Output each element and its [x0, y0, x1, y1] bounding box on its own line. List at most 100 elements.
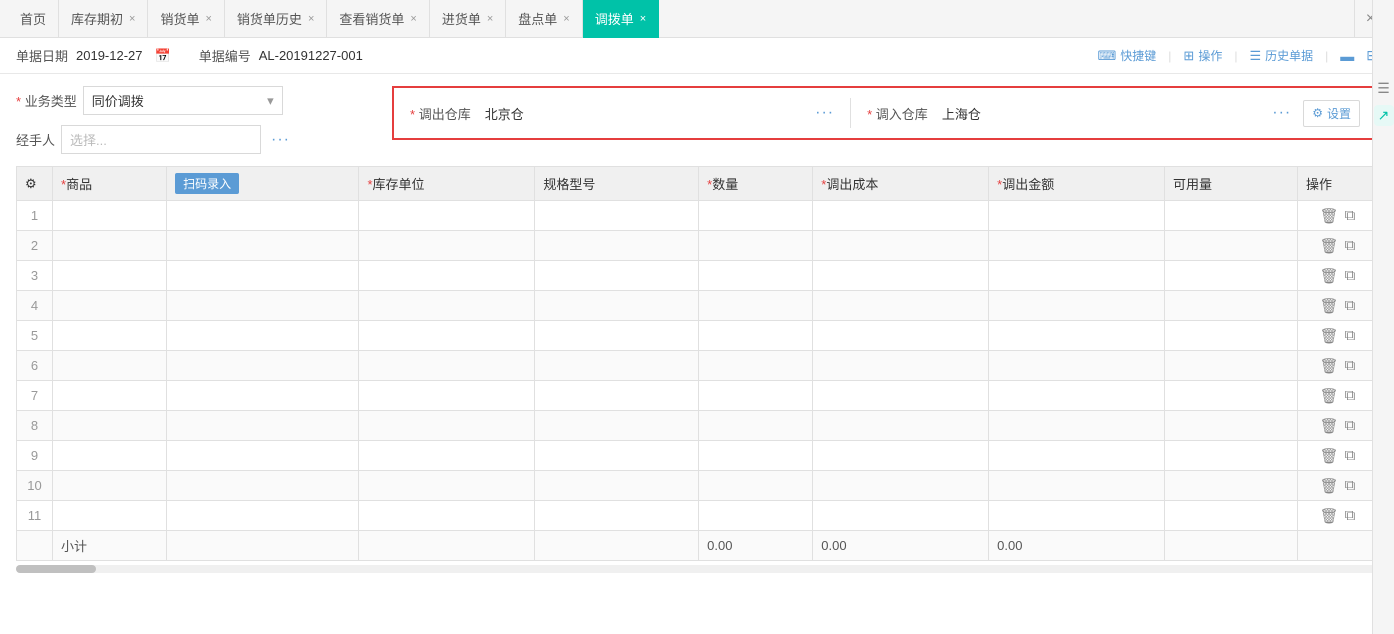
row-5-qty[interactable] — [699, 321, 813, 351]
row-2-qty[interactable] — [699, 231, 813, 261]
row-1-amount[interactable] — [989, 201, 1165, 231]
tab-sales-history-close[interactable]: × — [308, 13, 314, 25]
tab-purchase-close[interactable]: × — [487, 13, 493, 25]
row-8-cost[interactable] — [813, 411, 989, 441]
row-9-unit[interactable] — [359, 441, 535, 471]
delete-icon-7[interactable]: 🗑 — [1320, 387, 1339, 405]
row-11-cost[interactable] — [813, 501, 989, 531]
copy-icon-7[interactable]: ⧉ — [1345, 387, 1356, 405]
calendar-icon[interactable]: 📅 — [155, 48, 171, 64]
row-7-qty[interactable] — [699, 381, 813, 411]
row-4-amount[interactable] — [989, 291, 1165, 321]
tab-inventory-init-close[interactable]: × — [129, 13, 135, 25]
scan-button[interactable]: 扫码录入 — [175, 173, 239, 194]
tab-view-sales-close[interactable]: × — [410, 13, 416, 25]
row-3-cost[interactable] — [813, 261, 989, 291]
row-9-cost[interactable] — [813, 441, 989, 471]
row-5-unit[interactable] — [359, 321, 535, 351]
col-header-gear[interactable]: ⚙ — [17, 167, 53, 201]
row-11-unit[interactable] — [359, 501, 535, 531]
copy-icon-4[interactable]: ⧉ — [1345, 297, 1356, 315]
tab-transfer[interactable]: 调拨单 × — [583, 0, 659, 38]
row-8-amount[interactable] — [989, 411, 1165, 441]
scroll-thumb[interactable] — [16, 565, 96, 573]
handler-select[interactable]: 选择... — [61, 125, 261, 154]
row-9-product[interactable] — [53, 441, 167, 471]
copy-icon-6[interactable]: ⧉ — [1345, 357, 1356, 375]
row-3-qty[interactable] — [699, 261, 813, 291]
tab-home[interactable]: 首页 — [8, 0, 59, 38]
sidebar-list-icon[interactable]: ☰ — [1374, 80, 1394, 97]
row-6-cost[interactable] — [813, 351, 989, 381]
row-3-spec[interactable] — [535, 261, 699, 291]
delete-icon-8[interactable]: 🗑 — [1320, 417, 1339, 435]
layout-btn1[interactable]: ▬ — [1340, 48, 1354, 64]
tab-inventory-init[interactable]: 库存期初 × — [59, 0, 148, 38]
tab-stocktake-close[interactable]: × — [563, 13, 569, 25]
sidebar-export-icon[interactable]: ↗ — [1374, 105, 1394, 126]
row-1-spec[interactable] — [535, 201, 699, 231]
row-6-qty[interactable] — [699, 351, 813, 381]
row-5-amount[interactable] — [989, 321, 1165, 351]
warehouse-out-more-btn[interactable]: ··· — [815, 104, 834, 122]
history-button[interactable]: ☰ 历史单据 — [1249, 47, 1313, 64]
delete-icon-2[interactable]: 🗑 — [1320, 237, 1339, 255]
copy-icon-5[interactable]: ⧉ — [1345, 327, 1356, 345]
tab-sales-order[interactable]: 销货单 × — [148, 0, 224, 38]
handler-more-btn[interactable]: ··· — [271, 131, 290, 149]
row-11-spec[interactable] — [535, 501, 699, 531]
row-5-product[interactable] — [53, 321, 167, 351]
row-4-spec[interactable] — [535, 291, 699, 321]
row-10-cost[interactable] — [813, 471, 989, 501]
tab-purchase[interactable]: 进货单 × — [430, 0, 506, 38]
delete-icon-5[interactable]: 🗑 — [1320, 327, 1339, 345]
row-4-cost[interactable] — [813, 291, 989, 321]
row-4-product[interactable] — [53, 291, 167, 321]
delete-icon-1[interactable]: 🗑 — [1320, 207, 1339, 225]
tab-transfer-close[interactable]: × — [640, 13, 646, 25]
tab-view-sales[interactable]: 查看销货单 × — [327, 0, 429, 38]
row-1-cost[interactable] — [813, 201, 989, 231]
settings-button[interactable]: ⚙ 设置 — [1303, 100, 1360, 127]
row-10-spec[interactable] — [535, 471, 699, 501]
row-9-amount[interactable] — [989, 441, 1165, 471]
row-1-product[interactable] — [53, 201, 167, 231]
operate-button[interactable]: ⊞ 操作 — [1183, 47, 1222, 64]
row-2-cost[interactable] — [813, 231, 989, 261]
row-10-unit[interactable] — [359, 471, 535, 501]
row-11-product[interactable] — [53, 501, 167, 531]
copy-icon-10[interactable]: ⧉ — [1345, 477, 1356, 495]
row-5-cost[interactable] — [813, 321, 989, 351]
row-11-amount[interactable] — [989, 501, 1165, 531]
row-9-qty[interactable] — [699, 441, 813, 471]
row-8-product[interactable] — [53, 411, 167, 441]
row-7-cost[interactable] — [813, 381, 989, 411]
horizontal-scrollbar[interactable] — [16, 565, 1378, 573]
row-2-unit[interactable] — [359, 231, 535, 261]
copy-icon-9[interactable]: ⧉ — [1345, 447, 1356, 465]
row-7-product[interactable] — [53, 381, 167, 411]
col-header-scan[interactable]: 扫码录入 — [167, 167, 359, 201]
warehouse-in-more-btn[interactable]: ··· — [1272, 104, 1291, 122]
row-4-qty[interactable] — [699, 291, 813, 321]
tab-stocktake[interactable]: 盘点单 × — [506, 0, 582, 38]
delete-icon-11[interactable]: 🗑 — [1320, 507, 1339, 525]
row-5-spec[interactable] — [535, 321, 699, 351]
row-1-unit[interactable] — [359, 201, 535, 231]
copy-icon-1[interactable]: ⧉ — [1345, 207, 1356, 225]
row-3-unit[interactable] — [359, 261, 535, 291]
delete-icon-3[interactable]: 🗑 — [1320, 267, 1339, 285]
row-7-spec[interactable] — [535, 381, 699, 411]
row-3-product[interactable] — [53, 261, 167, 291]
row-7-unit[interactable] — [359, 381, 535, 411]
shortcut-button[interactable]: ⌨ 快捷键 — [1098, 47, 1157, 64]
row-8-qty[interactable] — [699, 411, 813, 441]
row-7-amount[interactable] — [989, 381, 1165, 411]
row-10-product[interactable] — [53, 471, 167, 501]
row-10-amount[interactable] — [989, 471, 1165, 501]
row-2-spec[interactable] — [535, 231, 699, 261]
copy-icon-3[interactable]: ⧉ — [1345, 267, 1356, 285]
delete-icon-4[interactable]: 🗑 — [1320, 297, 1339, 315]
tab-sales-order-close[interactable]: × — [205, 13, 211, 25]
row-2-amount[interactable] — [989, 231, 1165, 261]
